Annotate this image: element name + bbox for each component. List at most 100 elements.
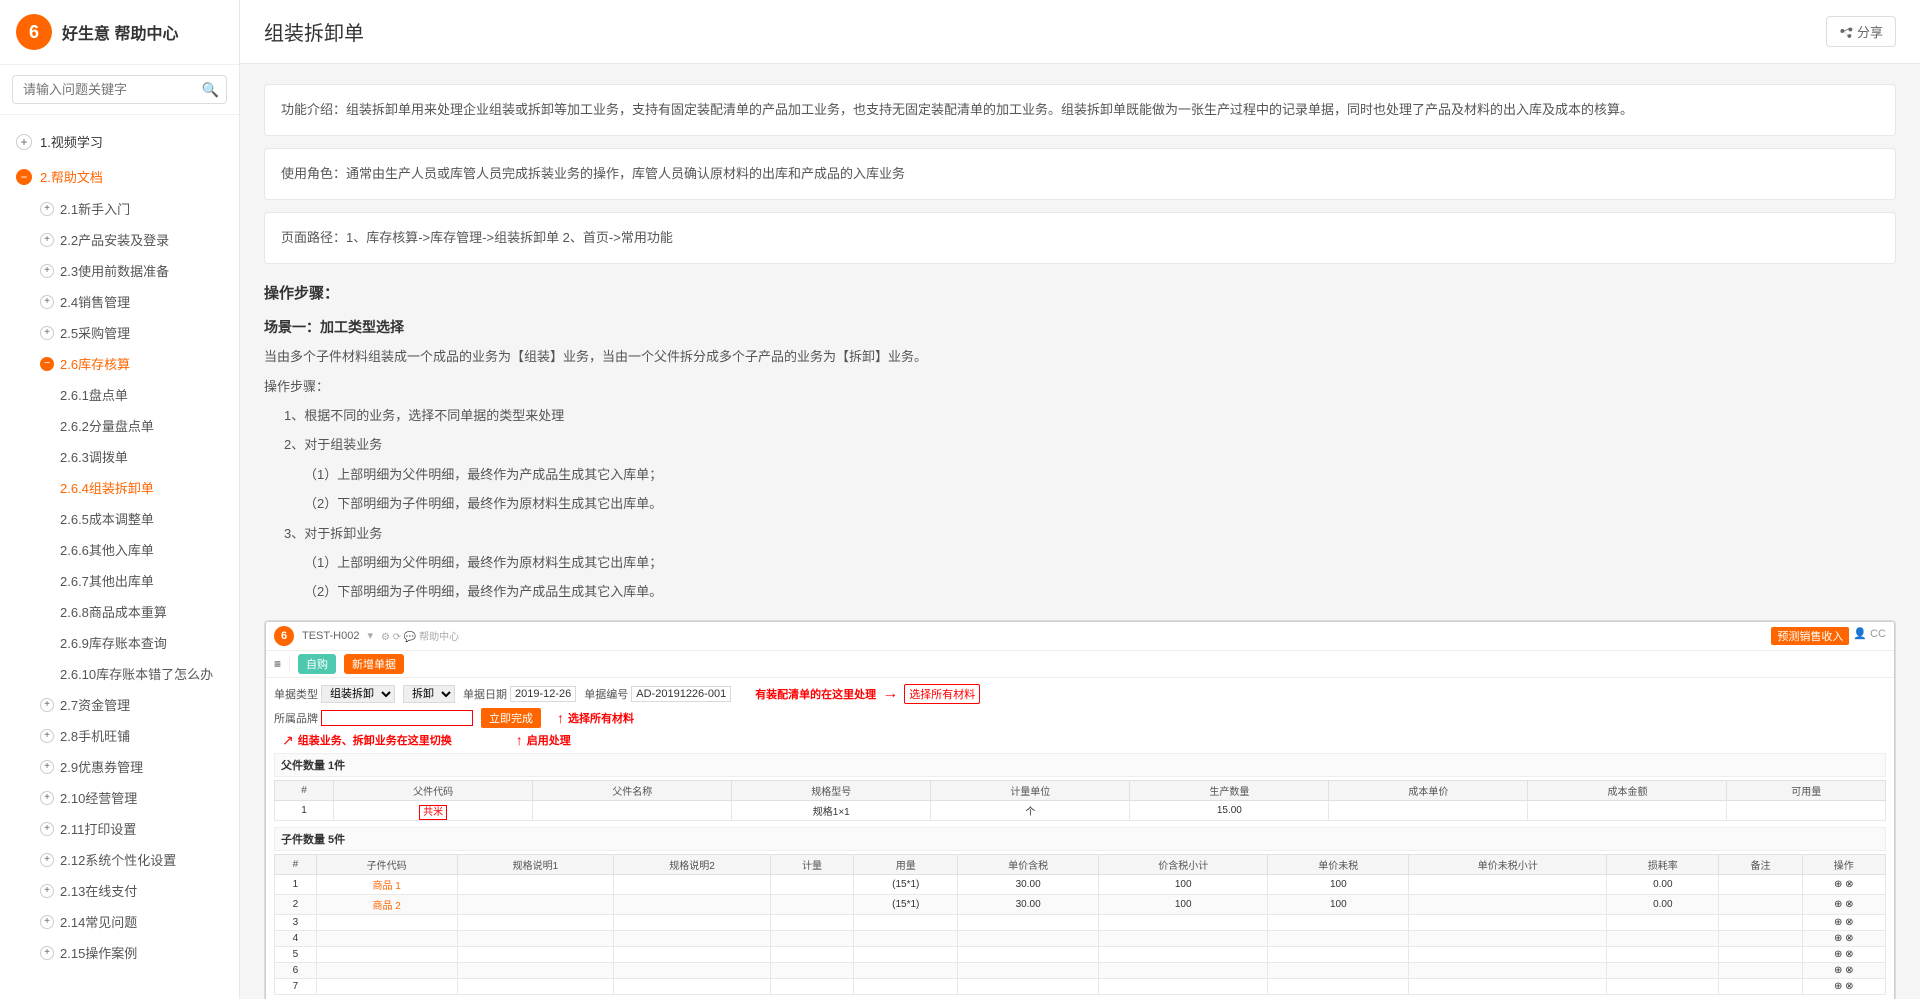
nav-section-docs: − 2.帮助文档 + 2.1新手入门 + 2.2产品安装及登录 + 2.3使用前… xyxy=(0,160,239,968)
col-qty: 生产数量 xyxy=(1130,780,1329,800)
app-tab-self[interactable]: 自购 xyxy=(298,654,336,674)
app-btn-confirm[interactable]: 立即完成 xyxy=(481,708,541,728)
app-select-subtype[interactable]: 拆卸 xyxy=(403,685,455,703)
arrow4-icon: ↑ xyxy=(516,732,523,748)
lower-section-container: 子件数量 5件 # 子件代码 规格说明1 规格说明2 计量 xyxy=(274,827,1886,999)
app-tab-new[interactable]: 新增单据 xyxy=(344,654,404,674)
cell-avail xyxy=(1727,800,1886,820)
col-available: 可用量 xyxy=(1727,780,1886,800)
annotation2-text: 选择所有材料 xyxy=(568,710,634,726)
cell-op: ⊕ ⊗ xyxy=(1802,894,1885,914)
sidebar-item-otherinstock[interactable]: 2.6.6其他入库单 xyxy=(60,534,239,565)
sidebar-item-assembly[interactable]: 2.6.4组装拆卸单 xyxy=(60,472,239,503)
sidebar-item-video[interactable]: + 1.视频学习 xyxy=(0,125,239,158)
sidebar-item-splitstock[interactable]: 2.6.2分量盘点单 xyxy=(60,410,239,441)
cell-remark xyxy=(1719,874,1802,894)
sidebar-item-label: 2.14常见问题 xyxy=(60,912,137,931)
cell-spec2 xyxy=(614,874,771,894)
app-upper-table: # 父件代码 父件名称 规格型号 计量单位 生产数量 成本单价 成本金额 可用量 xyxy=(274,780,1886,821)
intro-block: 功能介绍：组装拆卸单用来处理企业组装或拆卸等加工业务，支持有固定装配清单的产品加… xyxy=(264,84,1896,136)
col-num: # xyxy=(275,780,334,800)
search-area[interactable]: 🔍 xyxy=(0,65,239,115)
expand-icon: + xyxy=(40,946,54,960)
sidebar-item-docs[interactable]: − 2.帮助文档 xyxy=(0,160,239,193)
annotation3-area: ↗ 组装业务、拆卸业务在这里切换 ↑ 启用处理 xyxy=(274,732,1886,749)
sidebar-item-stockcheck[interactable]: 2.6.9库存账本查询 xyxy=(60,627,239,658)
step3-sub1: （1）上部明细为父件明细，最终作为原材料生成其它出库单； xyxy=(264,551,1896,574)
sidebar-item-adjust[interactable]: 2.6.3调拨单 xyxy=(60,441,239,472)
share-button[interactable]: 分享 xyxy=(1826,16,1896,47)
main-scrollable-content: 功能介绍：组装拆卸单用来处理企业组装或拆卸等加工业务，支持有固定装配清单的产品加… xyxy=(240,64,1920,999)
col-child-code: 子件代码 xyxy=(316,854,457,874)
sidebar-item-otheroutstock[interactable]: 2.6.7其他出库单 xyxy=(60,565,239,596)
sidebar-item-install[interactable]: + 2.2产品安装及登录 xyxy=(40,224,239,255)
sidebar-item-label: 2.12系统个性化设置 xyxy=(60,850,176,869)
col-remark: 备注 xyxy=(1719,854,1802,874)
sidebar-item-payment[interactable]: + 2.13在线支付 xyxy=(40,875,239,906)
app-label-doctype: 单据类型 xyxy=(274,686,318,702)
page-title: 组装拆卸单 xyxy=(264,17,364,46)
col-price-notax: 单价未税 xyxy=(1268,854,1409,874)
cell-ptax: 30.00 xyxy=(958,894,1099,914)
app-value-docnum: AD-20191226-001 xyxy=(631,686,731,702)
cell-qty: 15.00 xyxy=(1130,800,1329,820)
app-lower-table: # 子件代码 规格说明1 规格说明2 计量 用量 单价含税 价含税小计 单价未税 xyxy=(274,854,1886,995)
table-row: 1 商品 1 (15*1) 30.00 100 100 xyxy=(275,874,1886,894)
app-screenshot-wrapper: 6 TEST-H002 ▾ ⚙ ⟳ 💬 帮助中心 预测销售收入 👤 CC xyxy=(264,620,1896,999)
app-input-brand[interactable] xyxy=(321,710,473,726)
sidebar-item-stockerror[interactable]: 2.6.10库存账本错了怎么办 xyxy=(60,658,239,689)
sidebar-item-newcomer[interactable]: + 2.1新手入门 xyxy=(40,193,239,224)
table-row: 3⊕ ⊗ xyxy=(275,914,1886,930)
sidebar-item-data[interactable]: + 2.3使用前数据准备 xyxy=(40,255,239,286)
sidebar-item-faq[interactable]: + 2.14常见问题 xyxy=(40,906,239,937)
sidebar-item-print[interactable]: + 2.11打印设置 xyxy=(40,813,239,844)
sidebar-item-biz[interactable]: + 2.10经营管理 xyxy=(40,782,239,813)
sidebar-item-goodscost[interactable]: 2.6.8商品成本重算 xyxy=(60,596,239,627)
cell-cprice xyxy=(1329,800,1528,820)
expand-icon: + xyxy=(40,760,54,774)
sidebar-item-system[interactable]: + 2.12系统个性化设置 xyxy=(40,844,239,875)
app-titlebar-left: TEST-H002 xyxy=(302,630,359,642)
cell-ptax: 30.00 xyxy=(958,874,1099,894)
col-unit: 计量 xyxy=(770,854,853,874)
annotation1-button: 选择所有材料 xyxy=(904,684,980,704)
sidebar-item-costadjust[interactable]: 2.6.5成本调整单 xyxy=(60,503,239,534)
expand-icon: + xyxy=(40,729,54,743)
sidebar-item-coupon[interactable]: + 2.9优惠券管理 xyxy=(40,751,239,782)
path-block: 页面路径：1、库存核算->库存管理->组装拆卸单 2、首页->常用功能 xyxy=(264,212,1896,264)
steps-title: 操作步骤： xyxy=(264,282,1896,303)
app-select-doctype[interactable]: 组装拆卸 xyxy=(321,685,395,703)
sidebar-item-capital[interactable]: + 2.7资金管理 xyxy=(40,689,239,720)
col-usage: 用量 xyxy=(854,854,958,874)
search-input[interactable] xyxy=(12,75,227,104)
sidebar-item-mobile[interactable]: + 2.8手机旺铺 xyxy=(40,720,239,751)
col-subtotal-tax: 价含税小计 xyxy=(1099,854,1268,874)
app-label-date: 单据日期 xyxy=(463,686,507,702)
expand-icon: + xyxy=(40,698,54,712)
cell-loss: 0.00 xyxy=(1607,894,1719,914)
sidebar-item-purchase[interactable]: + 2.5采购管理 xyxy=(40,317,239,348)
app-upper-table-header: 父件数量 1件 xyxy=(274,753,1886,777)
sidebar-item-cases[interactable]: + 2.15操作案例 xyxy=(40,937,239,968)
sidebar-item-label: 2.10经营管理 xyxy=(60,788,137,807)
step3-sub2: （2）下部明细为子件明细，最终作为产成品生成其它入库单。 xyxy=(264,580,1896,603)
app-form-container: 单据类型 组装拆卸 拆卸 xyxy=(274,684,1886,749)
col-parent-name: 父件名称 xyxy=(533,780,732,800)
sidebar-item-inventory[interactable]: − 2.6库存核算 xyxy=(40,348,239,379)
table-row: # 父件代码 父件名称 规格型号 计量单位 生产数量 成本单价 成本金额 可用量 xyxy=(275,780,1886,800)
col-spec1: 规格说明1 xyxy=(457,854,614,874)
app-titlebar-icons: ⚙ ⟳ 💬 帮助中心 xyxy=(381,628,459,643)
logo-icon: 6 xyxy=(16,14,52,50)
sidebar-item-label: 2.1新手入门 xyxy=(60,199,130,218)
sidebar-item-label: 2.2产品安装及登录 xyxy=(60,230,169,249)
sidebar-item-label: 2.7资金管理 xyxy=(60,695,130,714)
app-value-date: 2019-12-26 xyxy=(510,686,576,702)
search-icon: 🔍 xyxy=(202,81,219,98)
col-op: 操作 xyxy=(1802,854,1885,874)
sidebar-item-sales[interactable]: + 2.4销售管理 xyxy=(40,286,239,317)
cell-spec1 xyxy=(457,894,614,914)
expand-icon: + xyxy=(40,202,54,216)
sidebar-item-stocktake[interactable]: 2.6.1盘点单 xyxy=(60,379,239,410)
cell-num: 1 xyxy=(275,800,334,820)
sidebar-nav: + 1.视频学习 − 2.帮助文档 + 2.1新手入门 + 2.2产品安装及登录 xyxy=(0,115,239,999)
